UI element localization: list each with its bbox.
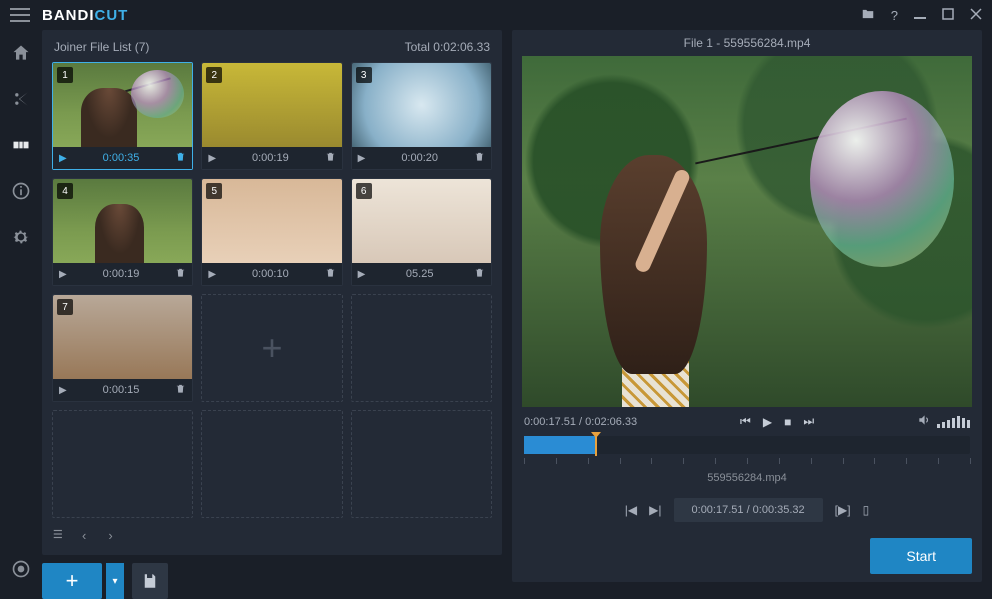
maximize-icon[interactable] — [942, 8, 954, 23]
delete-clip-icon[interactable] — [474, 267, 485, 281]
empty-slot — [52, 410, 193, 518]
preview-title: File 1 - 559556284.mp4 — [512, 30, 982, 56]
list-title: Joiner File List (7) — [54, 40, 149, 54]
join-icon[interactable] — [10, 134, 32, 156]
volume-slider[interactable] — [937, 416, 970, 428]
delete-clip-icon[interactable] — [474, 151, 485, 165]
clip-thumbnail[interactable]: 6 — [352, 179, 491, 263]
current-filename: 559556284.mp4 — [512, 468, 982, 492]
play-clip-icon[interactable]: ▶ — [59, 385, 67, 396]
clip-item[interactable]: 5 ▶ 0:00:10 — [201, 178, 342, 286]
clip-thumbnail[interactable]: 4 — [53, 179, 192, 263]
clip-grid: 1 ▶ 0:00:35 2 ▶ 0:00:19 3 ▶ 0:00:20 4 ▶ 0:00:19 5 ▶ 0:… — [52, 62, 492, 518]
timeline[interactable] — [524, 436, 970, 454]
prev-page-icon[interactable]: ‹ — [76, 526, 92, 545]
clip-item[interactable]: 3 ▶ 0:00:20 — [351, 62, 492, 170]
clip-thumbnail[interactable]: 3 — [352, 63, 491, 147]
clip-number: 1 — [57, 67, 73, 83]
clip-thumbnail[interactable]: 5 — [202, 179, 341, 263]
list-options-icon[interactable] — [52, 527, 66, 544]
segment-end-icon[interactable]: ▯ — [863, 503, 870, 517]
add-file-dropdown[interactable]: ▾ — [106, 563, 124, 599]
clip-duration: 05.25 — [371, 268, 468, 280]
minimize-icon[interactable] — [914, 8, 926, 23]
clip-item[interactable]: 4 ▶ 0:00:19 — [52, 178, 193, 286]
clip-item[interactable]: 6 ▶ 05.25 — [351, 178, 492, 286]
delete-clip-icon[interactable] — [175, 383, 186, 397]
prev-track-icon[interactable]: ⏮ — [740, 414, 751, 429]
timeline-ticks — [524, 458, 970, 468]
delete-clip-icon[interactable] — [325, 151, 336, 165]
delete-clip-icon[interactable] — [175, 267, 186, 281]
clip-duration: 0:00:19 — [73, 268, 170, 280]
clip-item[interactable]: 2 ▶ 0:00:19 — [201, 62, 342, 170]
info-icon[interactable] — [10, 180, 32, 202]
delete-clip-icon[interactable] — [325, 267, 336, 281]
step-fwd-icon[interactable]: ▶| — [649, 503, 661, 517]
clip-item[interactable]: 1 ▶ 0:00:35 — [52, 62, 193, 170]
add-clip-slot[interactable]: + — [201, 294, 342, 402]
file-list-panel: Joiner File List (7) Total 0:02:06.33 1 ▶… — [42, 30, 502, 555]
clip-duration: 0:00:35 — [73, 152, 170, 164]
play-clip-icon[interactable]: ▶ — [59, 153, 67, 164]
settings-icon[interactable] — [10, 226, 32, 248]
play-clip-icon[interactable]: ▶ — [59, 269, 67, 280]
clip-duration: 0:00:20 — [371, 152, 468, 164]
sidebar — [0, 30, 42, 592]
preview-area[interactable] — [522, 56, 972, 407]
clip-number: 5 — [206, 183, 222, 199]
delete-clip-icon[interactable] — [175, 151, 186, 165]
mark-in-icon[interactable]: |◀ — [625, 503, 637, 517]
clip-duration: 0:00:10 — [222, 268, 319, 280]
clip-duration: 0:00:19 — [222, 152, 319, 164]
clip-number: 2 — [206, 67, 222, 83]
titlebar: BANDICUT ? — [0, 0, 992, 30]
mark-out-icon[interactable]: [▶] — [835, 503, 851, 517]
record-icon[interactable] — [10, 558, 32, 580]
clip-item[interactable]: 7 ▶ 0:00:15 — [52, 294, 193, 402]
total-duration: Total 0:02:06.33 — [405, 40, 490, 54]
empty-slot — [351, 294, 492, 402]
start-button[interactable]: Start — [870, 538, 972, 574]
transport-controls: ⏮ ▶ ■ ⏭ — [740, 414, 814, 429]
play-clip-icon[interactable]: ▶ — [208, 269, 216, 280]
save-project-button[interactable] — [132, 563, 168, 599]
stop-icon[interactable]: ■ — [784, 415, 791, 429]
cut-icon[interactable] — [10, 88, 32, 110]
menu-icon[interactable] — [10, 8, 30, 22]
clip-thumbnail[interactable]: 1 — [53, 63, 192, 147]
empty-slot — [201, 410, 342, 518]
clip-number: 6 — [356, 183, 372, 199]
preview-panel: File 1 - 559556284.mp4 0:00:17.51 / 0:02… — [512, 30, 982, 582]
play-clip-icon[interactable]: ▶ — [208, 153, 216, 164]
play-clip-icon[interactable]: ▶ — [358, 269, 366, 280]
clip-number: 4 — [57, 183, 73, 199]
clip-number: 3 — [356, 67, 372, 83]
next-track-icon[interactable]: ⏭ — [803, 414, 814, 429]
home-icon[interactable] — [10, 42, 32, 64]
help-icon[interactable]: ? — [891, 8, 898, 23]
next-page-icon[interactable]: › — [102, 526, 118, 545]
clip-thumbnail[interactable]: 2 — [202, 63, 341, 147]
playhead-icon[interactable] — [591, 432, 601, 456]
play-icon[interactable]: ▶ — [763, 415, 772, 429]
app-logo: BANDICUT — [42, 7, 128, 24]
volume-icon[interactable] — [917, 413, 931, 430]
clip-duration: 0:00:15 — [73, 384, 170, 396]
clip-thumbnail[interactable]: 7 — [53, 295, 192, 379]
empty-slot — [351, 410, 492, 518]
clip-number: 7 — [57, 299, 73, 315]
range-display: 0:00:17.51 / 0:00:35.32 — [674, 498, 823, 522]
add-file-button[interactable]: + — [42, 563, 102, 599]
time-display: 0:00:17.51 / 0:02:06.33 — [524, 416, 637, 428]
close-icon[interactable] — [970, 8, 982, 23]
folder-icon[interactable] — [861, 7, 875, 24]
play-clip-icon[interactable]: ▶ — [358, 153, 366, 164]
